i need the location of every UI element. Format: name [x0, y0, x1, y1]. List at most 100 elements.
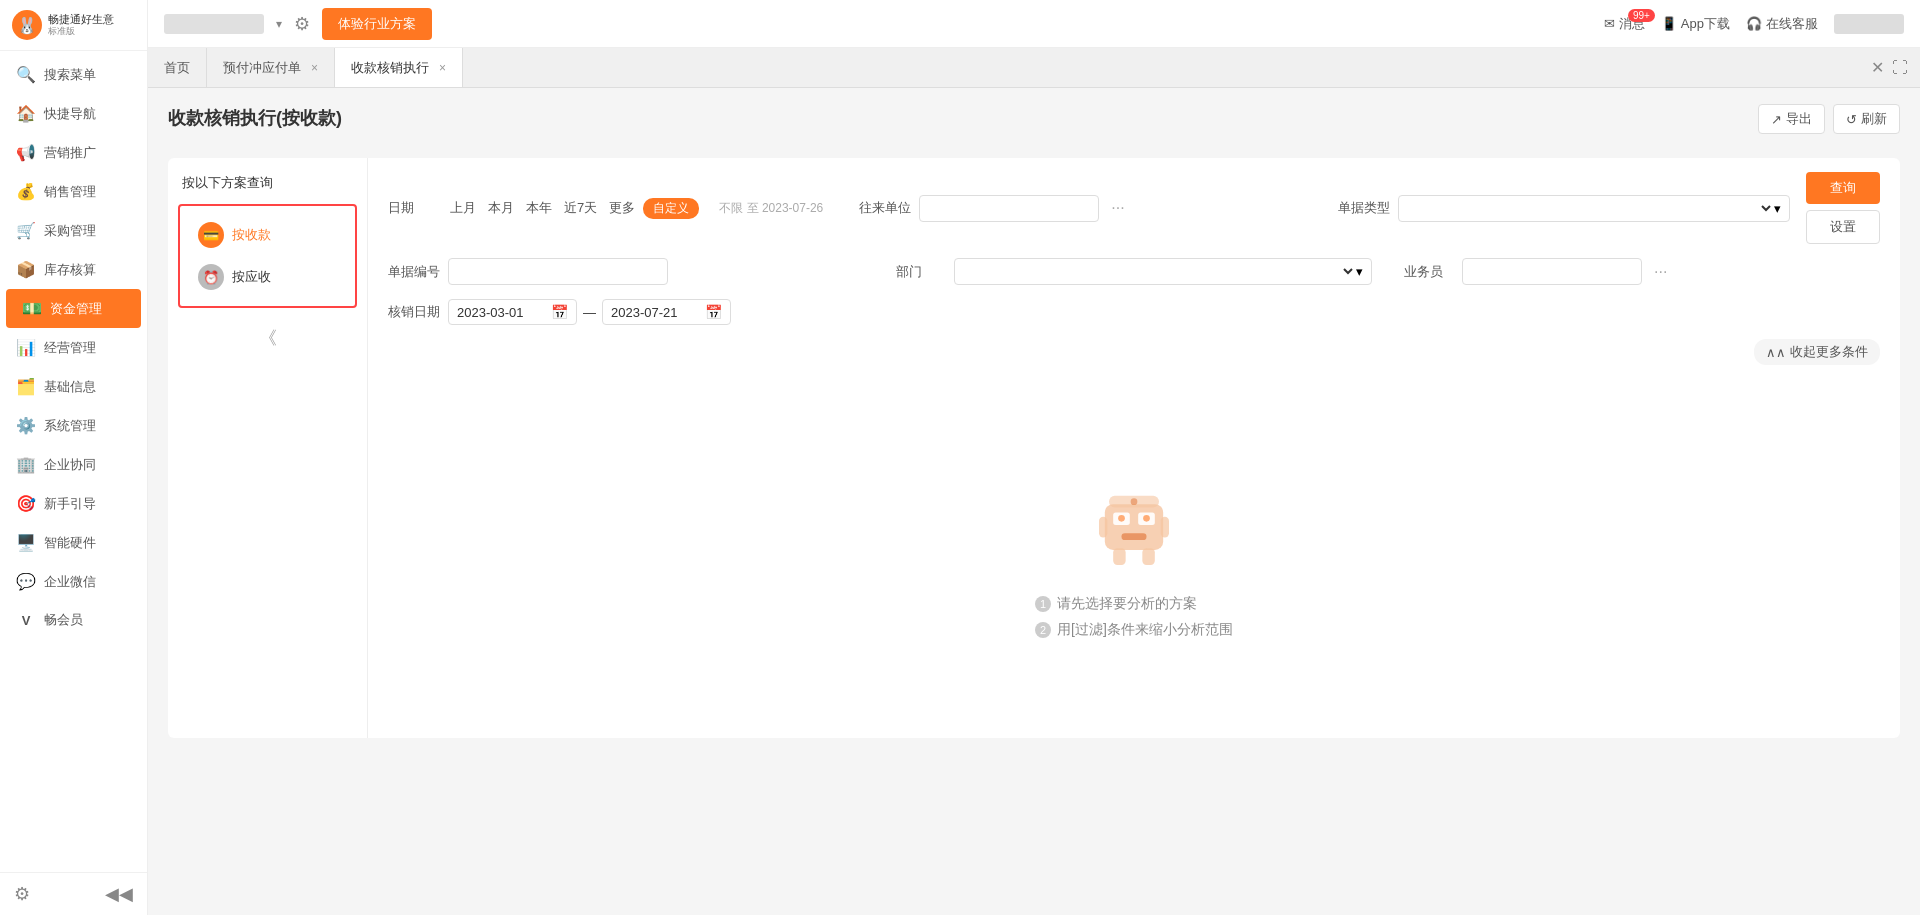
message-icon: ✉ — [1604, 16, 1615, 31]
sidebar-label-quick-nav: 快捷导航 — [44, 105, 96, 123]
sidebar-item-purchase[interactable]: 🛒 采购管理 — [0, 211, 147, 250]
filter-by-receivable[interactable]: ⏰ 按应收 — [188, 256, 347, 298]
topbar-brand-placeholder — [164, 14, 264, 34]
sidebar-item-hardware[interactable]: 🖥️ 智能硬件 — [0, 523, 147, 562]
sidebar-label-newbie: 新手引导 — [44, 495, 96, 513]
date-last-month[interactable]: 上月 — [446, 197, 480, 219]
filter-by-receipt-label: 按收款 — [232, 226, 271, 244]
date-this-year[interactable]: 本年 — [522, 197, 556, 219]
doc-no-input[interactable] — [448, 258, 668, 285]
verify-date-end-input[interactable] — [611, 305, 701, 320]
filter-options-box: 💳 按收款 ⏰ 按应收 — [178, 204, 357, 308]
filter-row-2: 单据编号 部门 ▾ — [388, 258, 1880, 285]
sidebar-item-wechat[interactable]: 💬 企业微信 — [0, 562, 147, 601]
query-button[interactable]: 查询 — [1806, 172, 1880, 204]
topbar-chevron-icon[interactable]: ▾ — [276, 17, 282, 31]
sidebar-item-fund[interactable]: 💵 资金管理 — [6, 289, 141, 328]
app-download-btn[interactable]: 📱 App下载 — [1661, 15, 1730, 33]
sidebar-item-operations[interactable]: 📊 经营管理 — [0, 328, 147, 367]
tab-prepay[interactable]: 预付冲应付单 × — [207, 48, 335, 87]
solution-button[interactable]: 体验行业方案 — [322, 8, 432, 40]
doc-type-select-wrap: ▾ — [1398, 195, 1790, 222]
settings-button[interactable]: 设置 — [1806, 210, 1880, 244]
counterpart-input[interactable] — [919, 195, 1099, 222]
counterpart-dots-btn[interactable]: ··· — [1111, 199, 1124, 217]
system-icon: ⚙️ — [16, 416, 36, 435]
collapse-more-button[interactable]: ∧∧ 收起更多条件 — [1754, 339, 1880, 365]
sidebar-item-quick-nav[interactable]: 🏠 快捷导航 — [0, 94, 147, 133]
tip-text-1: 请先选择要分析的方案 — [1057, 595, 1197, 613]
sidebar-item-inventory[interactable]: 📦 库存核算 — [0, 250, 147, 289]
sales-icon: 💰 — [16, 182, 36, 201]
verify-date-end-wrap: 📅 — [602, 299, 731, 325]
sidebar-label-hardware: 智能硬件 — [44, 534, 96, 552]
filter-collapse-button[interactable]: 《 — [168, 318, 367, 358]
export-button[interactable]: ↗ 导出 — [1758, 104, 1825, 134]
refresh-button[interactable]: ↺ 刷新 — [1833, 104, 1900, 134]
inventory-icon: 📦 — [16, 260, 36, 279]
sidebar-item-enterprise[interactable]: 🏢 企业协同 — [0, 445, 147, 484]
collapse-icon: 《 — [259, 326, 277, 350]
page-title: 收款核销执行(按收款) — [168, 106, 342, 130]
verify-date-field: 核销日期 📅 — 📅 — [388, 299, 1880, 325]
svg-rect-6 — [1113, 548, 1126, 565]
filter-row-3: 核销日期 📅 — 📅 — [388, 299, 1880, 325]
filter-title-label: 按以下方案查询 — [182, 174, 273, 192]
doc-type-select[interactable] — [1407, 200, 1774, 217]
svg-point-11 — [1131, 498, 1138, 505]
topbar-settings-icon[interactable]: ⚙ — [294, 13, 310, 35]
sidebar-item-vip[interactable]: V 畅会员 — [0, 601, 147, 639]
svg-rect-0 — [1105, 504, 1163, 550]
fund-icon: 💵 — [22, 299, 42, 318]
staff-field: 业务员 ··· — [1404, 258, 1880, 285]
sidebar-label-operations: 经营管理 — [44, 339, 96, 357]
sidebar-item-sales[interactable]: 💰 销售管理 — [0, 172, 147, 211]
tab-receipt-close[interactable]: × — [439, 61, 446, 75]
sidebar-settings-icon[interactable]: ⚙ — [14, 883, 30, 905]
sidebar-collapse-icon[interactable]: ◀◀ — [105, 883, 133, 905]
date-this-month[interactable]: 本月 — [484, 197, 518, 219]
verify-date-start-input[interactable] — [457, 305, 547, 320]
sidebar-item-search[interactable]: 🔍 搜索菜单 — [0, 55, 147, 94]
maximize-icon[interactable]: ⛶ — [1892, 59, 1908, 77]
sidebar-item-newbie[interactable]: 🎯 新手引导 — [0, 484, 147, 523]
date-field: 日期 上月 本月 本年 近7天 更多 自定义 — [388, 197, 699, 219]
empty-tip-2: 2 用[过滤]条件来缩小分析范围 — [1035, 621, 1233, 639]
close-window-icon[interactable]: ✕ — [1871, 58, 1884, 77]
messages-btn[interactable]: ✉ 消息 99+ — [1604, 15, 1645, 33]
tab-receipt-verify[interactable]: 收款核销执行 × — [335, 48, 463, 87]
sidebar-item-marketing[interactable]: 📢 营销推广 — [0, 133, 147, 172]
filter-by-receipt[interactable]: 💳 按收款 — [188, 214, 347, 256]
sidebar-label-sales: 销售管理 — [44, 183, 96, 201]
date-custom[interactable]: 自定义 — [643, 198, 699, 219]
sidebar-menu: 🔍 搜索菜单 🏠 快捷导航 📢 营销推广 💰 销售管理 🛒 采购管理 📦 库存核… — [0, 51, 147, 872]
online-service-btn[interactable]: 🎧 在线客服 — [1746, 15, 1818, 33]
tab-prepay-close[interactable]: × — [311, 61, 318, 75]
filter-row-1: 日期 上月 本月 本年 近7天 更多 自定义 — [388, 172, 1880, 244]
verify-date-end-calendar-icon[interactable]: 📅 — [705, 304, 722, 320]
form-actions: 查询 设置 — [1806, 172, 1880, 244]
date-last-7d[interactable]: 近7天 — [560, 197, 601, 219]
app-badge: 标准版 — [48, 26, 114, 38]
staff-dots-btn[interactable]: ··· — [1654, 263, 1667, 281]
date-more[interactable]: 更多 — [605, 197, 639, 219]
tabbar: 首页 预付冲应付单 × 收款核销执行 × ✕ ⛶ — [148, 48, 1920, 88]
sidebar-label-inventory: 库存核算 — [44, 261, 96, 279]
sidebar-item-basic-info[interactable]: 🗂️ 基础信息 — [0, 367, 147, 406]
dept-label: 部门 — [896, 263, 946, 281]
dept-chevron: ▾ — [1356, 264, 1363, 279]
user-avatar[interactable] — [1834, 14, 1904, 34]
staff-input[interactable] — [1462, 258, 1642, 285]
tab-right-icons: ✕ ⛶ — [1859, 58, 1920, 77]
app-download-label: App下载 — [1681, 15, 1730, 33]
verify-date-label: 核销日期 — [388, 303, 440, 321]
content-area: 收款核销执行(按收款) ↗ 导出 ↺ 刷新 按以下方 — [148, 88, 1920, 915]
svg-rect-4 — [1099, 516, 1107, 537]
sidebar-item-system[interactable]: ⚙️ 系统管理 — [0, 406, 147, 445]
export-icon: ↗ — [1771, 112, 1782, 127]
dept-select[interactable] — [963, 263, 1356, 280]
verify-date-start-calendar-icon[interactable]: 📅 — [551, 304, 568, 320]
sidebar-label-fund: 资金管理 — [50, 300, 102, 318]
counterpart-field: 往来单位 ··· — [859, 195, 1311, 222]
tab-home[interactable]: 首页 — [148, 48, 207, 87]
